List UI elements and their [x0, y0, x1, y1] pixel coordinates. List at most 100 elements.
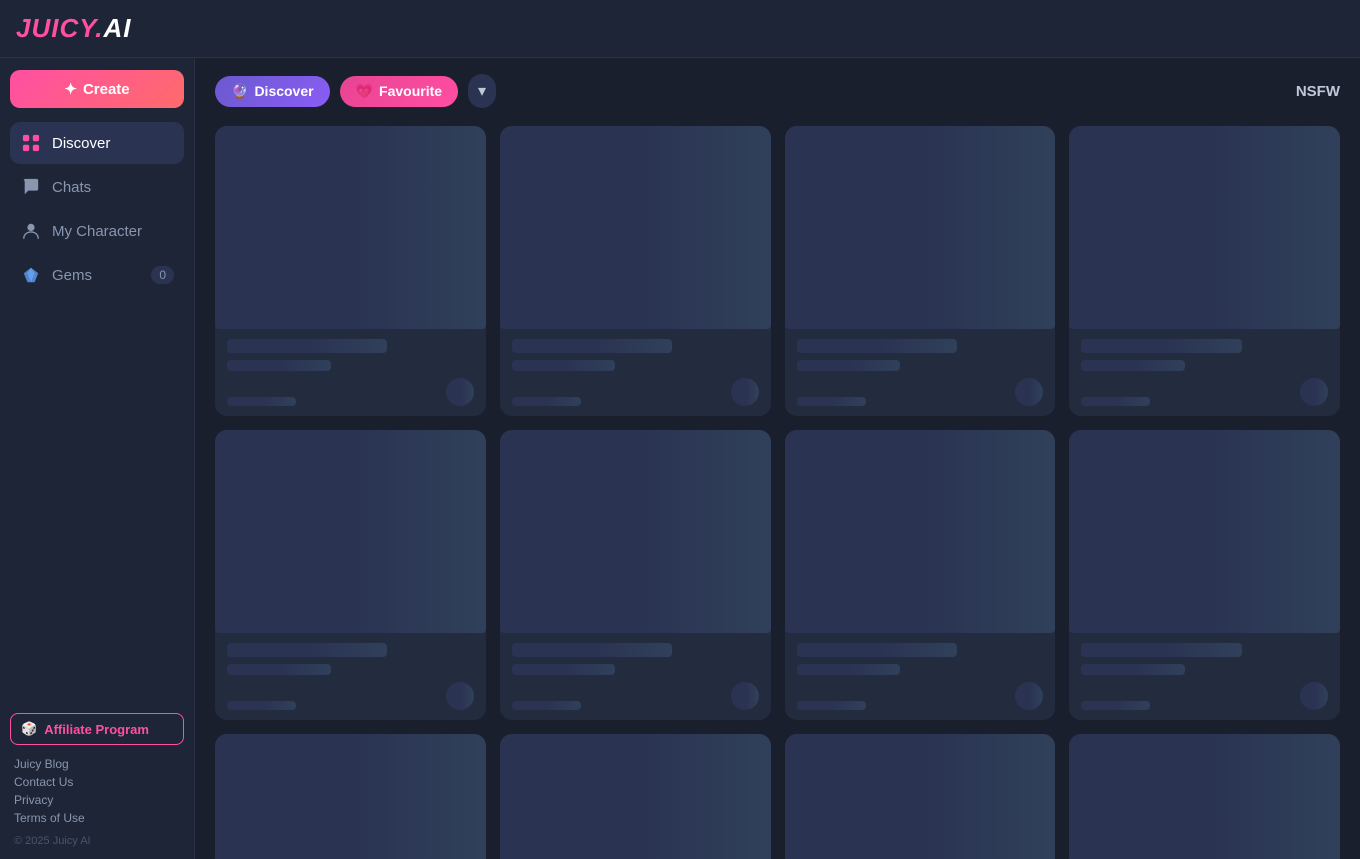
favourite-emoji: 💗 [356, 83, 373, 100]
card-title-skeleton [512, 643, 672, 657]
card-image [1069, 126, 1340, 329]
card-info [1069, 633, 1340, 720]
filter-dropdown-button[interactable]: ▾ [468, 74, 496, 108]
chevron-down-icon: ▾ [478, 81, 486, 101]
sidebar-item-discover[interactable]: Discover [10, 122, 184, 164]
card-tag-skeleton [227, 701, 296, 710]
grid-icon [20, 132, 42, 154]
card-item[interactable] [500, 430, 771, 720]
card-tag-skeleton [227, 397, 296, 406]
create-button[interactable]: ✦ Create [10, 70, 184, 108]
cards-grid [215, 126, 1340, 859]
card-tag-skeleton [1081, 397, 1150, 406]
card-item[interactable] [215, 126, 486, 416]
card-image [785, 430, 1056, 633]
main-content: 🔮 Discover 💗 Favourite ▾ NSFW [195, 58, 1360, 859]
card-item[interactable] [1069, 430, 1340, 720]
card-title-skeleton [227, 339, 387, 353]
card-title-skeleton [227, 643, 387, 657]
sidebar-item-gems[interactable]: Gems 0 [10, 254, 184, 296]
card-image [1069, 430, 1340, 633]
card-title-skeleton [1081, 643, 1241, 657]
create-icon: ✦ [64, 80, 77, 98]
card-item[interactable] [1069, 734, 1340, 859]
card-tag-skeleton [1081, 701, 1150, 710]
card-title-skeleton [512, 339, 672, 353]
card-image [215, 430, 486, 633]
card-item[interactable] [215, 734, 486, 859]
card-tag-skeleton [797, 701, 866, 710]
card-image [500, 430, 771, 633]
favourite-filter-button[interactable]: 💗 Favourite [340, 76, 458, 107]
card-subtitle-skeleton [797, 360, 901, 371]
card-tag-skeleton [512, 397, 581, 406]
card-item[interactable] [785, 126, 1056, 416]
logo-ai: AI [103, 13, 131, 43]
card-item[interactable] [785, 734, 1056, 859]
affiliate-icon: 🎲 [21, 721, 37, 737]
footer-link-blog[interactable]: Juicy Blog [14, 757, 180, 771]
card-subtitle-skeleton [512, 664, 616, 675]
card-info [215, 329, 486, 416]
card-image [215, 734, 486, 859]
discover-emoji: 🔮 [231, 83, 248, 100]
card-image [215, 126, 486, 329]
sidebar-item-chats-label: Chats [52, 179, 91, 196]
card-info [500, 329, 771, 416]
card-subtitle-skeleton [227, 664, 331, 675]
card-avatar-skeleton [446, 378, 474, 406]
sidebar-item-my-character-label: My Character [52, 223, 142, 240]
card-image [785, 126, 1056, 329]
copyright: © 2025 Juicy AI [10, 835, 184, 847]
nsfw-label: NSFW [1296, 83, 1340, 100]
card-item[interactable] [785, 430, 1056, 720]
card-tag-skeleton [797, 397, 866, 406]
footer-link-privacy[interactable]: Privacy [14, 793, 180, 807]
sidebar-item-my-character[interactable]: My Character [10, 210, 184, 252]
card-item[interactable] [500, 126, 771, 416]
create-label: Create [83, 81, 130, 98]
card-title-skeleton [797, 643, 957, 657]
gems-badge: 0 [151, 266, 174, 284]
footer-link-terms[interactable]: Terms of Use [14, 811, 180, 825]
person-icon [20, 220, 42, 242]
card-title-skeleton [797, 339, 957, 353]
card-subtitle-skeleton [227, 360, 331, 371]
sidebar-item-gems-label: Gems [52, 267, 92, 284]
card-image [785, 734, 1056, 859]
filter-bar: 🔮 Discover 💗 Favourite ▾ NSFW [215, 74, 1340, 108]
card-image [500, 126, 771, 329]
card-subtitle-skeleton [1081, 664, 1185, 675]
card-subtitle-skeleton [1081, 360, 1185, 371]
card-item[interactable] [215, 430, 486, 720]
card-avatar-skeleton [1015, 682, 1043, 710]
topbar: JUICY.AI [0, 0, 1360, 58]
favourite-filter-label: Favourite [379, 83, 442, 99]
footer-link-contact[interactable]: Contact Us [14, 775, 180, 789]
sidebar-item-discover-label: Discover [52, 135, 110, 152]
layout: ✦ Create Discover Chats [0, 58, 1360, 859]
card-avatar-skeleton [1015, 378, 1043, 406]
card-subtitle-skeleton [512, 360, 616, 371]
card-tag-skeleton [512, 701, 581, 710]
gem-icon [20, 264, 42, 286]
affiliate-label: Affiliate Program [44, 722, 149, 737]
sidebar: ✦ Create Discover Chats [0, 58, 195, 859]
discover-filter-label: Discover [254, 83, 313, 99]
logo-juicy: JUICY [16, 13, 95, 43]
card-item[interactable] [1069, 126, 1340, 416]
affiliate-program-button[interactable]: 🎲 Affiliate Program [10, 713, 184, 745]
card-info [500, 633, 771, 720]
card-subtitle-skeleton [797, 664, 901, 675]
card-title-skeleton [1081, 339, 1241, 353]
sidebar-item-chats[interactable]: Chats [10, 166, 184, 208]
card-avatar-skeleton [731, 378, 759, 406]
card-item[interactable] [500, 734, 771, 859]
card-info [785, 329, 1056, 416]
card-avatar-skeleton [1300, 682, 1328, 710]
discover-filter-button[interactable]: 🔮 Discover [215, 76, 330, 107]
card-image [500, 734, 771, 859]
card-avatar-skeleton [446, 682, 474, 710]
card-avatar-skeleton [1300, 378, 1328, 406]
card-info [785, 633, 1056, 720]
